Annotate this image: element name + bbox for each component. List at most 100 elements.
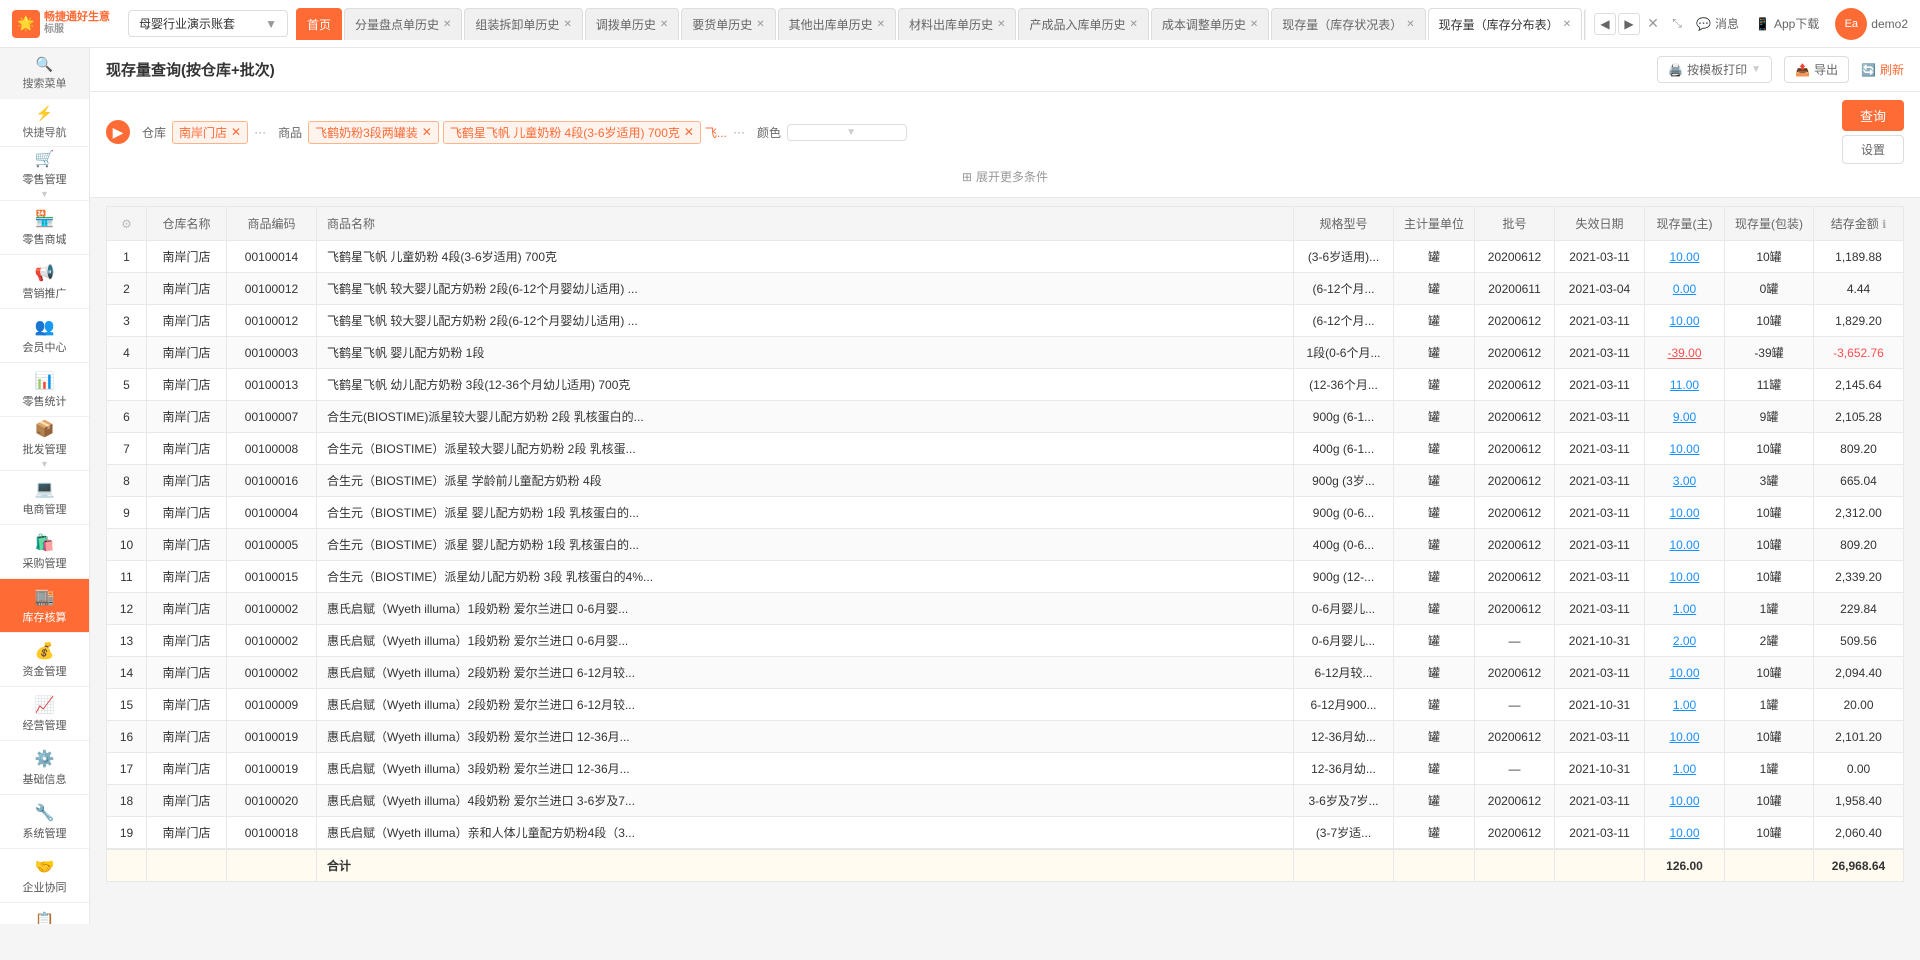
- warehouse-more[interactable]: ···: [254, 125, 266, 139]
- cell-qty-7[interactable]: 3.00: [1645, 465, 1725, 497]
- user-profile[interactable]: Ea demo2: [1835, 8, 1908, 40]
- tab-cost-adjust[interactable]: 成本调整单历史 ✕: [1151, 8, 1269, 40]
- tab-close-other[interactable]: ✕: [877, 19, 885, 30]
- export-icon: 📤: [1795, 63, 1810, 77]
- cell-qty-0[interactable]: 10.00: [1645, 241, 1725, 273]
- search-button[interactable]: 查询: [1842, 100, 1904, 131]
- cell-qty2-12: 2罐: [1725, 625, 1814, 657]
- sidebar-search[interactable]: 🔍 搜索菜单: [0, 48, 89, 99]
- amount-info-icon[interactable]: ℹ: [1882, 219, 1886, 231]
- cell-qty-2[interactable]: 10.00: [1645, 305, 1725, 337]
- cell-warehouse-2: 南岸门店: [147, 305, 227, 337]
- cell-qty-11[interactable]: 1.00: [1645, 593, 1725, 625]
- cell-qty-4[interactable]: 11.00: [1645, 369, 1725, 401]
- tab-batch-ledger[interactable]: 库存批次账 ✕: [1584, 8, 1586, 40]
- sidebar-item-enterprise[interactable]: 🤝 企业协同: [0, 849, 89, 903]
- cell-qty-18[interactable]: 10.00: [1645, 817, 1725, 850]
- sidebar-item-basics[interactable]: ⚙️ 基础信息: [0, 741, 89, 795]
- nav-maximize[interactable]: ⤡: [1666, 13, 1688, 35]
- cell-qty-1[interactable]: 0.00: [1645, 273, 1725, 305]
- sidebar-item-inventory[interactable]: 🏬 库存核算: [0, 579, 89, 633]
- cell-qty2-15: 10罐: [1725, 721, 1814, 753]
- sidebar-item-ecommerce[interactable]: 💻 电商管理: [0, 471, 89, 525]
- tab-requisition[interactable]: 要货单历史 ✕: [681, 8, 775, 40]
- cell-qty2-3: -39罐: [1725, 337, 1814, 369]
- cell-qty-9[interactable]: 10.00: [1645, 529, 1725, 561]
- table-row: 2 南岸门店 00100012 飞鹤星飞帆 较大婴儿配方奶粉 2段(6-12个月…: [107, 273, 1904, 305]
- product-more[interactable]: ···: [733, 125, 745, 139]
- cell-qty-12[interactable]: 2.00: [1645, 625, 1725, 657]
- toggle-expand-btn[interactable]: ▶: [106, 120, 130, 144]
- tab-current-stock[interactable]: 现存量（库存状况表） ✕: [1271, 8, 1425, 40]
- cell-idx-10: 11: [107, 561, 147, 593]
- cell-qty-14[interactable]: 1.00: [1645, 689, 1725, 721]
- sidebar-item-retail-stats[interactable]: 📊 零售统计: [0, 363, 89, 417]
- warehouse-tag-remove[interactable]: ✕: [231, 125, 241, 139]
- product-tag-2-text: 飞鹤星飞帆 儿童奶粉 4段(3-6岁适用) 700克: [450, 124, 680, 141]
- print-btn[interactable]: 🖨️ 按模板打印 ▼: [1657, 56, 1772, 83]
- sidebar-item-system[interactable]: 🔧 系统管理: [0, 795, 89, 849]
- product-filter: 商品 飞鹤奶粉3段两罐装 ✕ 飞鹤星飞帆 儿童奶粉 4段(3-6岁适用) 700…: [278, 121, 745, 144]
- tab-material[interactable]: 材料出库单历史 ✕: [898, 8, 1016, 40]
- export-btn[interactable]: 📤 导出: [1784, 56, 1849, 83]
- tab-transfer[interactable]: 调拨单历史 ✕: [585, 8, 679, 40]
- color-dropdown[interactable]: ▼: [787, 124, 907, 141]
- tab-close-req[interactable]: ✕: [756, 19, 764, 30]
- cell-qty-17[interactable]: 10.00: [1645, 785, 1725, 817]
- tab-close-split[interactable]: ✕: [443, 19, 451, 30]
- tab-other-out[interactable]: 其他出库单历史 ✕: [778, 8, 896, 40]
- tab-close-transfer[interactable]: ✕: [660, 19, 668, 30]
- inventory-icon: 🏬: [35, 587, 55, 607]
- sidebar-item-purchase[interactable]: 🛍️ 采购管理: [0, 525, 89, 579]
- tab-close-material[interactable]: ✕: [997, 19, 1005, 30]
- tab-product-in[interactable]: 产成品入库单历史 ✕: [1018, 8, 1148, 40]
- sidebar-item-retail-shop[interactable]: 🏪 零售商城: [0, 201, 89, 255]
- cell-qty-10[interactable]: 10.00: [1645, 561, 1725, 593]
- tab-current-dist[interactable]: 现存量（库存分布表） ✕: [1428, 8, 1582, 40]
- app-download-btn[interactable]: 📱 App下载: [1755, 15, 1819, 32]
- tab-home[interactable]: 首页: [296, 8, 342, 40]
- cell-amount-0: 1,189.88: [1814, 241, 1904, 273]
- sidebar-item-wholesale[interactable]: 📦 批发管理 ▼: [0, 417, 89, 471]
- account-selector[interactable]: 母婴行业演示账套 ▼: [128, 10, 288, 37]
- product-tag-2[interactable]: 飞鹤星飞帆 儿童奶粉 4段(3-6岁适用) 700克 ✕: [443, 121, 701, 144]
- product-tag-1-remove[interactable]: ✕: [422, 125, 432, 139]
- total-empty-3: [227, 849, 317, 882]
- sidebar-item-retail-mgmt[interactable]: 🛒 零售管理 ▼: [0, 147, 89, 201]
- cell-qty-15[interactable]: 10.00: [1645, 721, 1725, 753]
- sidebar-quick-nav[interactable]: ⚡ 快捷导航: [0, 99, 89, 147]
- cell-qty2-2: 10罐: [1725, 305, 1814, 337]
- tab-close-cost[interactable]: ✕: [1250, 19, 1258, 30]
- cell-qty-16[interactable]: 1.00: [1645, 753, 1725, 785]
- column-settings-icon[interactable]: ⚙: [121, 217, 132, 231]
- system-label: 系统管理: [23, 825, 67, 841]
- message-btn[interactable]: 💬 消息: [1696, 15, 1739, 32]
- sidebar-item-finance[interactable]: 💰 资金管理: [0, 633, 89, 687]
- cell-unit-16: 罐: [1393, 753, 1474, 785]
- cell-unit-13: 罐: [1393, 657, 1474, 689]
- tab-close-disassemble[interactable]: ✕: [563, 19, 571, 30]
- sidebar-item-new-guide[interactable]: 📋 新手引导: [0, 903, 89, 924]
- tab-split-inventory[interactable]: 分量盘点单历史 ✕: [344, 8, 462, 40]
- tab-disassemble[interactable]: 组装拆卸单历史 ✕: [464, 8, 582, 40]
- warehouse-tag[interactable]: 南岸门店 ✕: [172, 121, 248, 144]
- settings-button[interactable]: 设置: [1842, 135, 1904, 164]
- tab-close-stock[interactable]: ✕: [1406, 19, 1414, 30]
- cell-qty-13[interactable]: 10.00: [1645, 657, 1725, 689]
- sidebar-item-marketing[interactable]: 📢 营销推广: [0, 255, 89, 309]
- cell-qty-8[interactable]: 10.00: [1645, 497, 1725, 529]
- cell-qty-6[interactable]: 10.00: [1645, 433, 1725, 465]
- cell-qty-3[interactable]: -39.00: [1645, 337, 1725, 369]
- tab-close-product[interactable]: ✕: [1129, 19, 1137, 30]
- refresh-btn[interactable]: 🔄 刷新: [1861, 61, 1904, 78]
- sidebar-item-operations[interactable]: 📈 经营管理: [0, 687, 89, 741]
- nav-prev[interactable]: ◀: [1594, 13, 1616, 35]
- nav-next[interactable]: ▶: [1618, 13, 1640, 35]
- sidebar-item-member[interactable]: 👥 会员中心: [0, 309, 89, 363]
- cell-qty-5[interactable]: 9.00: [1645, 401, 1725, 433]
- tab-close-dist[interactable]: ✕: [1563, 19, 1571, 30]
- expand-more-btn[interactable]: ⊞ 展开更多条件: [106, 164, 1904, 189]
- nav-close-all[interactable]: ✕: [1642, 13, 1664, 35]
- product-tag-1[interactable]: 飞鹤奶粉3段两罐装 ✕: [308, 121, 439, 144]
- product-tag-2-remove[interactable]: ✕: [684, 125, 694, 139]
